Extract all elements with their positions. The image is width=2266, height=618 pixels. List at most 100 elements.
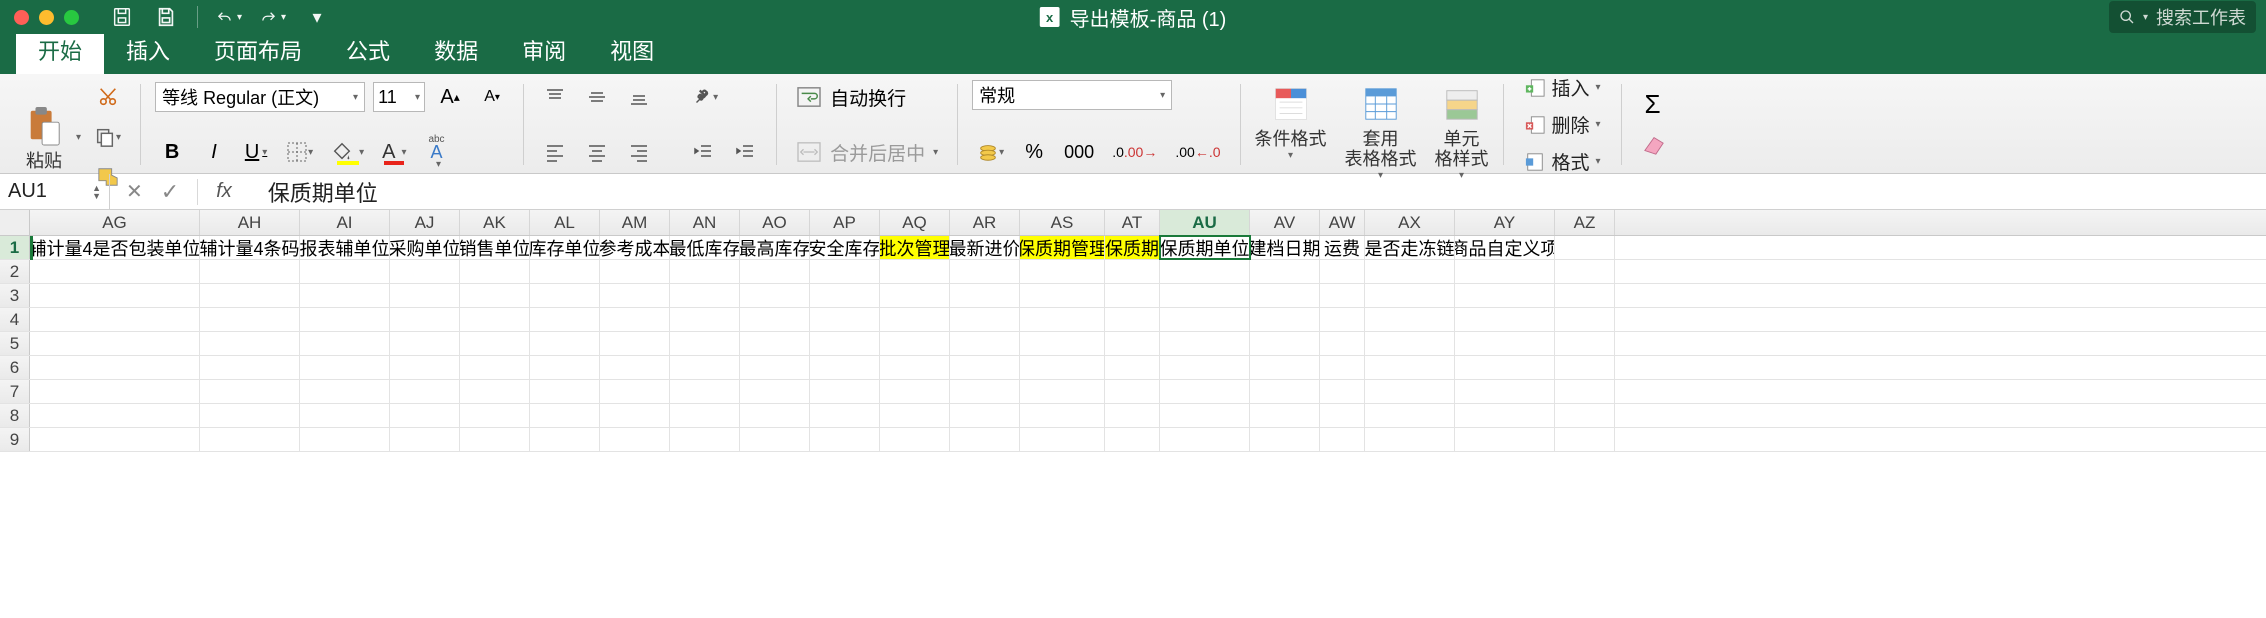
conditional-formatting-button[interactable]: 条件格式 ▾ <box>1255 80 1327 161</box>
cell[interactable] <box>880 404 950 427</box>
cell[interactable] <box>390 260 460 283</box>
cell[interactable] <box>390 428 460 451</box>
cell[interactable] <box>460 332 530 355</box>
cell[interactable] <box>1455 332 1555 355</box>
cell[interactable] <box>670 356 740 379</box>
cell[interactable]: 销售单位 <box>460 236 530 259</box>
column-header[interactable]: AW <box>1320 210 1365 235</box>
cell[interactable] <box>530 332 600 355</box>
cell[interactable] <box>1020 428 1105 451</box>
cell[interactable] <box>200 380 300 403</box>
column-header[interactable]: AP <box>810 210 880 235</box>
row-header[interactable]: 4 <box>0 308 30 331</box>
cell[interactable] <box>30 308 200 331</box>
font-name-select[interactable]: 等线 Regular (正文)▾ <box>155 82 365 112</box>
align-left-button[interactable] <box>538 135 572 169</box>
column-header[interactable]: AX <box>1365 210 1455 235</box>
cell[interactable] <box>200 356 300 379</box>
cell[interactable]: 库存单位 <box>530 236 600 259</box>
cell[interactable] <box>670 284 740 307</box>
cell[interactable] <box>1020 380 1105 403</box>
cell[interactable] <box>1250 356 1320 379</box>
qat-customize-icon[interactable]: ▾ <box>304 4 330 30</box>
cell[interactable] <box>670 380 740 403</box>
cell[interactable] <box>1250 380 1320 403</box>
row-header[interactable]: 2 <box>0 260 30 283</box>
cell[interactable] <box>1365 260 1455 283</box>
cell[interactable] <box>530 404 600 427</box>
cell[interactable] <box>1020 332 1105 355</box>
cell[interactable] <box>1105 404 1160 427</box>
cell[interactable] <box>1020 284 1105 307</box>
minimize-icon[interactable] <box>39 10 54 25</box>
cell[interactable] <box>30 380 200 403</box>
cell[interactable] <box>600 260 670 283</box>
row-header[interactable]: 1 <box>0 236 30 259</box>
orientation-button[interactable]: ab▾ <box>686 80 723 114</box>
cell[interactable] <box>1105 260 1160 283</box>
cell[interactable] <box>300 428 390 451</box>
cell[interactable] <box>740 284 810 307</box>
cell[interactable] <box>1365 404 1455 427</box>
tab-home[interactable]: 开始 <box>16 28 104 74</box>
tab-view[interactable]: 视图 <box>588 28 676 74</box>
tab-data[interactable]: 数据 <box>412 28 500 74</box>
cell[interactable] <box>30 356 200 379</box>
cell[interactable] <box>600 284 670 307</box>
cell[interactable] <box>30 284 200 307</box>
align-middle-button[interactable] <box>580 80 614 114</box>
cell[interactable]: 报表辅单位 <box>300 236 390 259</box>
cell[interactable] <box>600 404 670 427</box>
cell[interactable]: 辅计量4条码 <box>200 236 300 259</box>
cell[interactable] <box>200 308 300 331</box>
name-box[interactable]: AU1 ▲▼ <box>0 174 110 209</box>
row-header[interactable]: 3 <box>0 284 30 307</box>
cell[interactable]: 最高库存 <box>740 236 810 259</box>
paste-button[interactable] <box>20 102 68 150</box>
cell[interactable] <box>670 308 740 331</box>
cell[interactable]: 建档日期 <box>1250 236 1320 259</box>
cell[interactable] <box>950 356 1020 379</box>
cell[interactable] <box>390 356 460 379</box>
worksheet-grid[interactable]: AGAHAIAJAKALAMANAOAPAQARASATAUAVAWAXAYAZ… <box>0 210 2266 452</box>
cell[interactable] <box>1250 332 1320 355</box>
column-header[interactable]: AR <box>950 210 1020 235</box>
cell[interactable] <box>1365 332 1455 355</box>
number-format-select[interactable]: 常规▾ <box>972 80 1172 110</box>
cell[interactable] <box>300 284 390 307</box>
cell[interactable] <box>460 308 530 331</box>
delete-cells-button[interactable]: 删除▾ <box>1518 109 1607 140</box>
cell[interactable] <box>1105 332 1160 355</box>
column-header[interactable]: AK <box>460 210 530 235</box>
cell[interactable] <box>1020 356 1105 379</box>
column-header[interactable]: AQ <box>880 210 950 235</box>
cell[interactable] <box>1160 308 1250 331</box>
cell[interactable] <box>300 356 390 379</box>
tab-formulas[interactable]: 公式 <box>324 28 412 74</box>
align-center-button[interactable] <box>580 135 614 169</box>
row-header[interactable]: 6 <box>0 356 30 379</box>
cell[interactable] <box>300 404 390 427</box>
cell[interactable] <box>200 428 300 451</box>
cell[interactable]: 运费 <box>1320 236 1365 259</box>
accept-formula-icon[interactable]: ✓ <box>161 179 179 205</box>
cell[interactable] <box>30 428 200 451</box>
cell[interactable] <box>200 332 300 355</box>
cell[interactable] <box>880 356 950 379</box>
cell[interactable] <box>810 356 880 379</box>
align-bottom-button[interactable] <box>622 80 656 114</box>
cell[interactable] <box>1160 284 1250 307</box>
cell[interactable] <box>1455 260 1555 283</box>
cell[interactable] <box>390 380 460 403</box>
cell[interactable] <box>1320 332 1365 355</box>
cell[interactable] <box>1250 308 1320 331</box>
cell[interactable] <box>1365 380 1455 403</box>
cell[interactable] <box>950 332 1020 355</box>
cell[interactable] <box>1020 308 1105 331</box>
cell[interactable] <box>1160 260 1250 283</box>
cell[interactable] <box>880 284 950 307</box>
cell[interactable] <box>1455 380 1555 403</box>
column-header[interactable]: AO <box>740 210 810 235</box>
cell[interactable] <box>460 356 530 379</box>
cell[interactable] <box>670 428 740 451</box>
